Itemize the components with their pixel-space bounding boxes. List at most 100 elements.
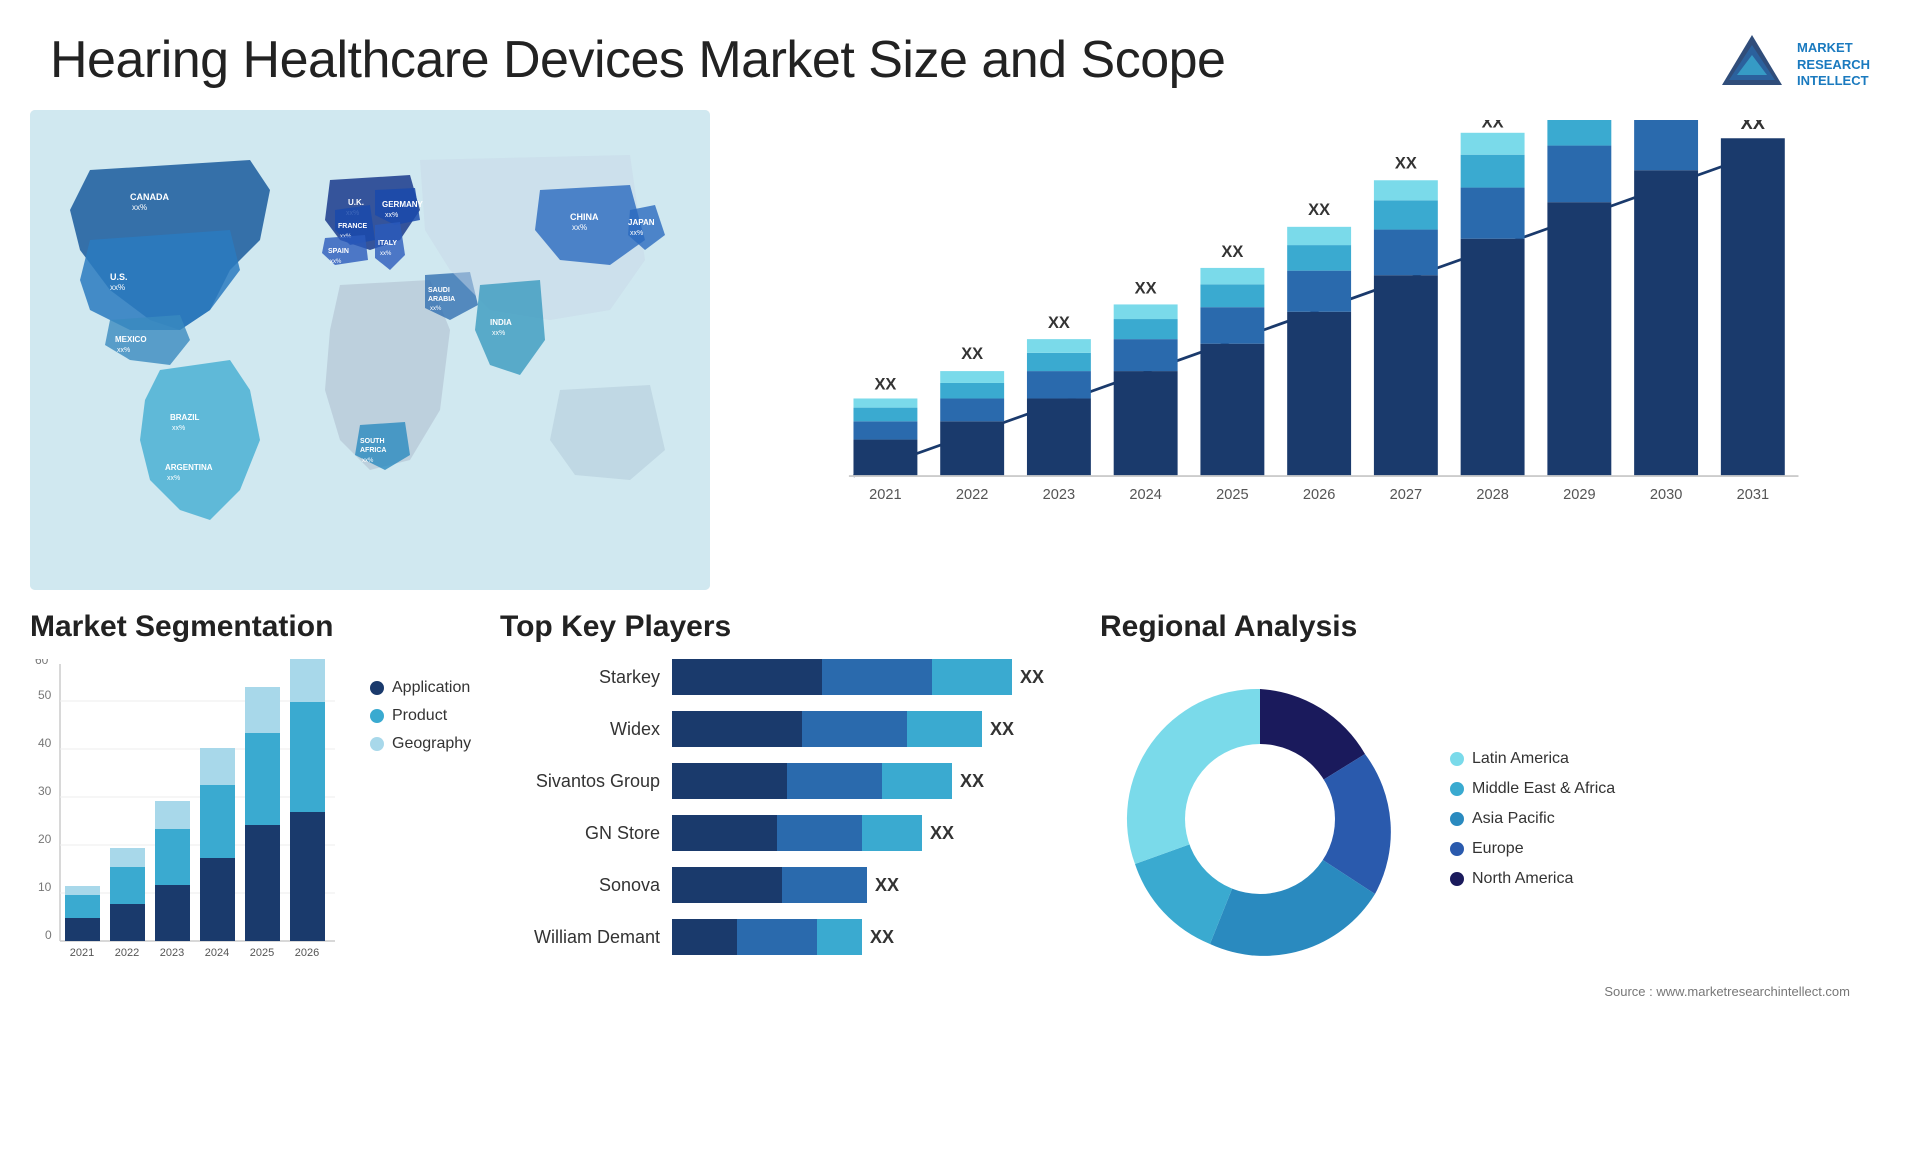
- legend-north-america: North America: [1450, 870, 1615, 888]
- svg-text:JAPAN: JAPAN: [628, 218, 655, 227]
- latin-america-label: Latin America: [1472, 750, 1569, 768]
- svg-text:ARGENTINA: ARGENTINA: [165, 463, 213, 472]
- player-bar-sonova: XX: [672, 867, 1080, 903]
- player-bar-william: XX: [672, 919, 1080, 955]
- player-val-gn: XX: [930, 823, 954, 844]
- svg-text:2022: 2022: [956, 487, 988, 503]
- donut-chart-container: Latin America Middle East & Africa Asia …: [1100, 659, 1890, 979]
- bar-seg1: [672, 867, 782, 903]
- svg-text:XX: XX: [1395, 154, 1417, 172]
- svg-text:2031: 2031: [1737, 487, 1769, 503]
- bar-seg2: [822, 659, 932, 695]
- player-val-william: XX: [870, 927, 894, 948]
- legend-asia-pacific: Asia Pacific: [1450, 810, 1615, 828]
- svg-text:xx%: xx%: [430, 306, 442, 312]
- svg-text:xx%: xx%: [167, 475, 180, 482]
- europe-dot: [1450, 842, 1464, 856]
- key-players: Top Key Players Starkey XX Widex: [500, 610, 1080, 1160]
- svg-text:MEXICO: MEXICO: [115, 335, 147, 344]
- player-val-widex: XX: [990, 719, 1014, 740]
- svg-text:XX: XX: [1308, 201, 1330, 219]
- player-name-starkey: Starkey: [500, 667, 660, 688]
- player-row-sonova: Sonova XX: [500, 867, 1080, 903]
- legend-europe: Europe: [1450, 840, 1615, 858]
- header: Hearing Healthcare Devices Market Size a…: [0, 0, 1920, 110]
- geography-dot: [370, 737, 384, 751]
- svg-text:2026: 2026: [295, 947, 319, 959]
- key-players-title: Top Key Players: [500, 610, 1080, 644]
- legend-application: Application: [370, 679, 471, 697]
- svg-text:ITALY: ITALY: [378, 240, 397, 247]
- svg-text:60: 60: [35, 659, 49, 667]
- top-section: CANADA xx% U.S. xx% MEXICO xx% BRAZIL xx…: [0, 110, 1920, 590]
- player-bar-starkey: XX: [672, 659, 1080, 695]
- svg-text:xx%: xx%: [110, 283, 125, 292]
- svg-text:30: 30: [38, 784, 52, 798]
- player-name-gn: GN Store: [500, 823, 660, 844]
- svg-text:2029: 2029: [1563, 487, 1595, 503]
- svg-text:U.S.: U.S.: [110, 272, 128, 282]
- svg-text:20: 20: [38, 832, 52, 846]
- bar-seg3: [932, 659, 1012, 695]
- logo: MARKET RESEARCH INTELLECT: [1717, 30, 1870, 100]
- bar-seg3: [882, 763, 952, 799]
- product-dot: [370, 709, 384, 723]
- player-name-william: William Demant: [500, 927, 660, 948]
- world-map-svg: CANADA xx% U.S. xx% MEXICO xx% BRAZIL xx…: [30, 110, 710, 590]
- bar-seg1: [672, 711, 802, 747]
- svg-text:xx%: xx%: [630, 230, 643, 237]
- svg-text:2025: 2025: [250, 947, 274, 959]
- legend-latin-america: Latin America: [1450, 750, 1615, 768]
- bottom-section: Market Segmentation 0 10 20 30 40 50 60: [0, 590, 1920, 1170]
- player-name-sivantos: Sivantos Group: [500, 771, 660, 792]
- segmentation-title: Market Segmentation: [30, 610, 480, 644]
- svg-text:XX: XX: [874, 375, 896, 393]
- svg-text:U.K.: U.K.: [348, 198, 364, 207]
- svg-text:XX: XX: [961, 345, 983, 363]
- svg-text:2027: 2027: [1390, 487, 1422, 503]
- market-segmentation: Market Segmentation 0 10 20 30 40 50 60: [30, 610, 480, 1160]
- player-row-widex: Widex XX: [500, 711, 1080, 747]
- bar-seg3: [862, 815, 922, 851]
- player-val-sonova: XX: [875, 875, 899, 896]
- source-text: Source : www.marketresearchintellect.com: [1100, 984, 1890, 999]
- segmentation-chart: 0 10 20 30 40 50 60: [30, 659, 340, 969]
- player-bar-sivantos: XX: [672, 763, 1080, 799]
- svg-text:XX: XX: [1135, 279, 1157, 297]
- svg-text:ARABIA: ARABIA: [428, 296, 455, 303]
- svg-text:2021: 2021: [70, 947, 94, 959]
- svg-text:SOUTH: SOUTH: [360, 438, 385, 445]
- svg-text:xx%: xx%: [492, 330, 505, 337]
- svg-text:GERMANY: GERMANY: [382, 200, 424, 209]
- svg-text:XX: XX: [1048, 314, 1070, 332]
- bar-seg3: [907, 711, 982, 747]
- svg-text:xx%: xx%: [380, 251, 392, 257]
- logo-icon: [1717, 30, 1787, 100]
- bar-seg1: [672, 919, 737, 955]
- regional-title: Regional Analysis: [1100, 610, 1890, 644]
- application-label: Application: [392, 679, 470, 697]
- svg-text:xx%: xx%: [362, 458, 374, 464]
- svg-text:CANADA: CANADA: [130, 192, 169, 202]
- middle-east-label: Middle East & Africa: [1472, 780, 1615, 798]
- svg-text:xx%: xx%: [572, 223, 587, 232]
- player-row-gn: GN Store XX: [500, 815, 1080, 851]
- svg-text:2023: 2023: [1043, 487, 1075, 503]
- svg-text:FRANCE: FRANCE: [338, 223, 367, 230]
- svg-text:50: 50: [38, 688, 52, 702]
- bar-seg1: [672, 659, 822, 695]
- north-america-label: North America: [1472, 870, 1573, 888]
- legend-middle-east: Middle East & Africa: [1450, 780, 1615, 798]
- svg-text:xx%: xx%: [132, 203, 147, 212]
- bar-seg2: [802, 711, 907, 747]
- svg-text:2024: 2024: [205, 947, 229, 959]
- bar-seg2: [737, 919, 817, 955]
- regional-analysis: Regional Analysis Lat: [1100, 610, 1890, 1160]
- player-row-starkey: Starkey XX: [500, 659, 1080, 695]
- svg-text:AFRICA: AFRICA: [360, 447, 386, 454]
- svg-text:XX: XX: [1482, 120, 1504, 131]
- logo-text: MARKET RESEARCH INTELLECT: [1797, 40, 1870, 91]
- svg-text:xx%: xx%: [117, 347, 130, 354]
- product-label: Product: [392, 707, 447, 725]
- player-bar-gn: XX: [672, 815, 1080, 851]
